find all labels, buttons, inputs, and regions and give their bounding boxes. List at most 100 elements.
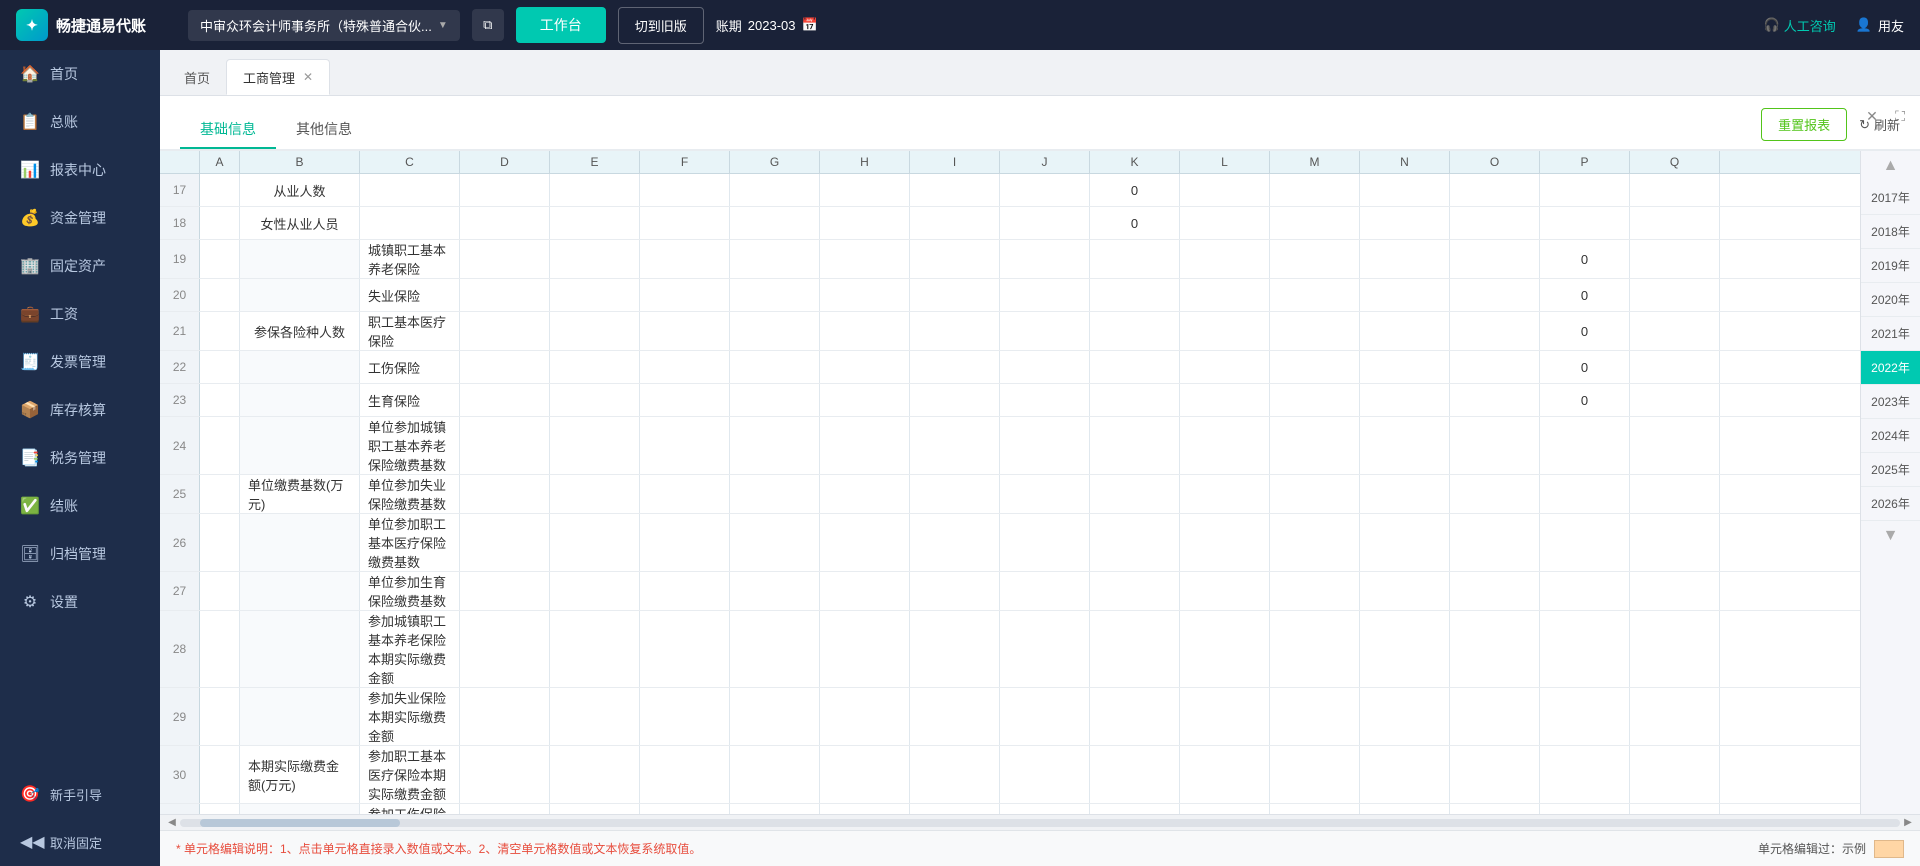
cell-31-a[interactable] [200, 804, 240, 814]
cell-25-g[interactable] [730, 475, 820, 513]
cell-19-k[interactable] [1090, 240, 1180, 278]
cell-24-q[interactable] [1630, 417, 1720, 474]
cell-17-q[interactable] [1630, 174, 1720, 206]
sidebar-item-report[interactable]: 📊 报表中心 [0, 146, 160, 194]
cell-29-k[interactable] [1090, 688, 1180, 745]
cell-29-n[interactable] [1360, 688, 1450, 745]
cell-24-j[interactable] [1000, 417, 1090, 474]
cell-17-g[interactable] [730, 174, 820, 206]
tab-business[interactable]: 工商管理 ✕ [226, 59, 330, 95]
cell-17-f[interactable] [640, 174, 730, 206]
cell-27-g[interactable] [730, 572, 820, 610]
cell-19-d[interactable] [460, 240, 550, 278]
cell-30-l[interactable] [1180, 746, 1270, 803]
ai-consult-button[interactable]: 🎧 人工咨询 [1764, 16, 1836, 35]
cell-31-q[interactable] [1630, 804, 1720, 814]
cell-28-d[interactable] [460, 611, 550, 687]
cell-23-b[interactable] [240, 384, 360, 416]
cell-24-p[interactable] [1540, 417, 1630, 474]
cell-21-e[interactable] [550, 312, 640, 350]
cell-17-n[interactable] [1360, 174, 1450, 206]
cell-28-j[interactable] [1000, 611, 1090, 687]
cell-25-j[interactable] [1000, 475, 1090, 513]
copy-button[interactable]: ⧉ [472, 9, 504, 41]
cell-17-e[interactable] [550, 174, 640, 206]
cell-30-f[interactable] [640, 746, 730, 803]
cell-25-q[interactable] [1630, 475, 1720, 513]
cell-21-d[interactable] [460, 312, 550, 350]
cell-18-n[interactable] [1360, 207, 1450, 239]
cell-23-p[interactable]: 0 [1540, 384, 1630, 416]
cell-25-c[interactable]: 单位参加失业保险缴费基数 [360, 475, 460, 513]
cell-21-o[interactable] [1450, 312, 1540, 350]
cell-18-g[interactable] [730, 207, 820, 239]
cell-23-f[interactable] [640, 384, 730, 416]
cell-30-n[interactable] [1360, 746, 1450, 803]
cell-18-e[interactable] [550, 207, 640, 239]
cell-20-o[interactable] [1450, 279, 1540, 311]
sidebar-item-ledger[interactable]: 📋 总账 [0, 98, 160, 146]
cell-27-m[interactable] [1270, 572, 1360, 610]
cell-26-d[interactable] [460, 514, 550, 571]
cell-31-k[interactable] [1090, 804, 1180, 814]
cell-27-p[interactable] [1540, 572, 1630, 610]
cell-23-m[interactable] [1270, 384, 1360, 416]
cell-30-i[interactable] [910, 746, 1000, 803]
cell-26-i[interactable] [910, 514, 1000, 571]
cell-17-l[interactable] [1180, 174, 1270, 206]
cell-28-l[interactable] [1180, 611, 1270, 687]
sidebar-item-newbie[interactable]: 🎯 新手引导 [0, 770, 160, 818]
cell-29-h[interactable] [820, 688, 910, 745]
cell-25-m[interactable] [1270, 475, 1360, 513]
cell-28-c[interactable]: 参加城镇职工基本养老保险本期实际缴费金额 [360, 611, 460, 687]
year-item-2020[interactable]: 2020年 [1861, 283, 1920, 317]
cell-22-f[interactable] [640, 351, 730, 383]
cell-21-k[interactable] [1090, 312, 1180, 350]
cell-24-h[interactable] [820, 417, 910, 474]
cell-31-d[interactable] [460, 804, 550, 814]
cell-22-i[interactable] [910, 351, 1000, 383]
cell-19-a[interactable] [200, 240, 240, 278]
cell-25-l[interactable] [1180, 475, 1270, 513]
cell-20-l[interactable] [1180, 279, 1270, 311]
cell-27-i[interactable] [910, 572, 1000, 610]
cell-31-m[interactable] [1270, 804, 1360, 814]
tab-home[interactable]: 首页 [168, 59, 226, 95]
sub-tab-other[interactable]: 其他信息 [276, 111, 372, 149]
year-item-2019[interactable]: 2019年 [1861, 249, 1920, 283]
cell-22-d[interactable] [460, 351, 550, 383]
sidebar-item-unpin[interactable]: ◀◀ 取消固定 [0, 818, 160, 866]
cell-29-q[interactable] [1630, 688, 1720, 745]
cell-17-j[interactable] [1000, 174, 1090, 206]
cell-20-i[interactable] [910, 279, 1000, 311]
cell-31-n[interactable] [1360, 804, 1450, 814]
cell-29-e[interactable] [550, 688, 640, 745]
cell-19-p[interactable]: 0 [1540, 240, 1630, 278]
cell-28-a[interactable] [200, 611, 240, 687]
cell-28-n[interactable] [1360, 611, 1450, 687]
cell-19-h[interactable] [820, 240, 910, 278]
cell-26-k[interactable] [1090, 514, 1180, 571]
cell-23-h[interactable] [820, 384, 910, 416]
cell-29-l[interactable] [1180, 688, 1270, 745]
cell-19-o[interactable] [1450, 240, 1540, 278]
cell-24-l[interactable] [1180, 417, 1270, 474]
cell-27-e[interactable] [550, 572, 640, 610]
cell-31-c[interactable]: 参加工伤保险本期实际缴费金额 [360, 804, 460, 814]
cell-30-q[interactable] [1630, 746, 1720, 803]
cell-30-j[interactable] [1000, 746, 1090, 803]
cell-18-d[interactable] [460, 207, 550, 239]
cell-24-c[interactable]: 单位参加城镇职工基本养老保险缴费基数 [360, 417, 460, 474]
cell-29-j[interactable] [1000, 688, 1090, 745]
cell-26-g[interactable] [730, 514, 820, 571]
sub-tab-basic[interactable]: 基础信息 [180, 111, 276, 149]
cell-28-f[interactable] [640, 611, 730, 687]
cell-28-g[interactable] [730, 611, 820, 687]
cell-23-i[interactable] [910, 384, 1000, 416]
cell-17-i[interactable] [910, 174, 1000, 206]
cell-28-k[interactable] [1090, 611, 1180, 687]
year-nav-down[interactable]: ▼ [1861, 521, 1920, 551]
year-nav-up[interactable]: ▲ [1861, 151, 1920, 181]
cell-22-b[interactable] [240, 351, 360, 383]
cell-30-a[interactable] [200, 746, 240, 803]
